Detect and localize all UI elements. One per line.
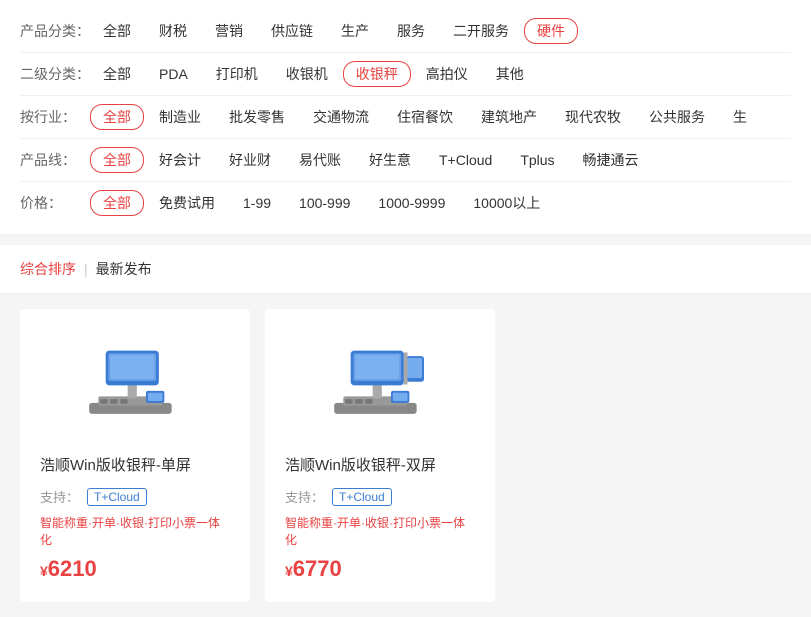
sort-divider: | (76, 261, 96, 277)
line-finance2[interactable]: 好业财 (216, 147, 284, 173)
price-symbol-2: ¥ (285, 563, 293, 579)
product-line-label: 产品线： (20, 150, 90, 170)
category-supply[interactable]: 供应链 (258, 18, 326, 44)
product-image-area-1 (40, 329, 230, 439)
price-1000-9999[interactable]: 1000-9999 (365, 192, 458, 214)
product-price-1: ¥6210 (40, 556, 230, 582)
category-items: 全部 财税 营销 供应链 生产 服务 二开服务 硬件 (90, 18, 791, 44)
sort-bar: 综合排序 | 最新发布 (0, 245, 811, 294)
product-line-filter-row: 产品线： 全部 好会计 好业财 易代账 好生意 T+Cloud Tplus 畅捷… (20, 139, 791, 182)
line-tcloud[interactable]: T+Cloud (426, 149, 505, 171)
product-image-area-2 (285, 329, 475, 439)
category-marketing[interactable]: 营销 (202, 18, 256, 44)
support-row-2: 支持： T+Cloud (285, 487, 475, 506)
product-card-2[interactable]: 浩顺Win版收银秤-双屏 支持： T+Cloud 智能称重·开单·收银·打印小票… (265, 309, 495, 602)
products-area: 浩顺Win版收银秤-单屏 支持： T+Cloud 智能称重·开单·收银·打印小票… (0, 294, 811, 617)
sort-comprehensive[interactable]: 综合排序 (20, 255, 76, 283)
sub-printer[interactable]: 打印机 (203, 61, 271, 87)
support-badge-2: T+Cloud (332, 488, 392, 506)
line-all[interactable]: 全部 (90, 147, 144, 173)
price-items: 全部 免费试用 1-99 100-999 1000-9999 10000以上 (90, 190, 791, 216)
price-filter-row: 价格： 全部 免费试用 1-99 100-999 1000-9999 10000… (20, 182, 791, 224)
product-name-1: 浩顺Win版收银秤-单屏 (40, 454, 230, 475)
support-label-1: 支持： (40, 487, 79, 506)
subcategory-label: 二级分类： (20, 64, 90, 84)
product-desc-2: 智能称重·开单·收银·打印小票一体化 (285, 514, 475, 548)
line-business[interactable]: 好生意 (356, 147, 424, 173)
product-line-items: 全部 好会计 好业财 易代账 好生意 T+Cloud Tplus 畅捷通云 (90, 147, 791, 173)
price-100-999[interactable]: 100-999 (286, 192, 363, 214)
line-changjietong[interactable]: 畅捷通云 (570, 147, 652, 173)
industry-items: 全部 制造业 批发零售 交通物流 住宿餐饮 建筑地产 现代农牧 公共服务 生 (90, 104, 791, 130)
line-easy-account[interactable]: 易代账 (286, 147, 354, 173)
product-desc-1: 智能称重·开单·收银·打印小票一体化 (40, 514, 230, 548)
product-card-1[interactable]: 浩顺Win版收银秤-单屏 支持： T+Cloud 智能称重·开单·收银·打印小票… (20, 309, 250, 602)
price-all[interactable]: 全部 (90, 190, 144, 216)
price-value-2: 6770 (293, 556, 342, 581)
line-accounting[interactable]: 好会计 (146, 147, 214, 173)
category-production[interactable]: 生产 (328, 18, 382, 44)
category-label: 产品分类： (20, 21, 90, 41)
category-hardware[interactable]: 硬件 (524, 18, 578, 44)
category-filter-row: 产品分类： 全部 财税 营销 供应链 生产 服务 二开服务 硬件 (20, 10, 791, 53)
price-10000plus[interactable]: 10000以上 (460, 190, 553, 216)
industry-all[interactable]: 全部 (90, 104, 144, 130)
sub-all[interactable]: 全部 (90, 61, 144, 87)
price-label: 价格： (20, 193, 90, 213)
product-price-2: ¥6770 (285, 556, 475, 582)
industry-manufacturing[interactable]: 制造业 (146, 104, 214, 130)
industry-public[interactable]: 公共服务 (636, 104, 718, 130)
sub-cashier-scale[interactable]: 收银秤 (343, 61, 411, 87)
sort-latest[interactable]: 最新发布 (96, 255, 152, 283)
line-tplus[interactable]: Tplus (507, 149, 567, 171)
industry-agri[interactable]: 现代农牧 (552, 104, 634, 130)
industry-filter-row: 按行业： 全部 制造业 批发零售 交通物流 住宿餐饮 建筑地产 现代农牧 公共服… (20, 96, 791, 139)
industry-hospitality[interactable]: 住宿餐饮 (384, 104, 466, 130)
industry-more[interactable]: 生 (720, 104, 760, 130)
support-row-1: 支持： T+Cloud (40, 487, 230, 506)
subcategory-filter-row: 二级分类： 全部 PDA 打印机 收银机 收银秤 高拍仪 其他 (20, 53, 791, 96)
category-service[interactable]: 服务 (384, 18, 438, 44)
industry-construction[interactable]: 建筑地产 (468, 104, 550, 130)
category-finance[interactable]: 财税 (146, 18, 200, 44)
pos-machine-icon-1 (80, 342, 190, 427)
price-1-99[interactable]: 1-99 (230, 192, 284, 214)
price-value-1: 6210 (48, 556, 97, 581)
sub-other[interactable]: 其他 (483, 61, 537, 87)
price-free[interactable]: 免费试用 (146, 190, 228, 216)
industry-wholesale[interactable]: 批发零售 (216, 104, 298, 130)
sub-pda[interactable]: PDA (146, 63, 201, 85)
sub-high-camera[interactable]: 高拍仪 (413, 61, 481, 87)
product-name-2: 浩顺Win版收银秤-双屏 (285, 454, 475, 475)
industry-label: 按行业： (20, 107, 90, 127)
pos-machine-icon-2 (325, 342, 435, 427)
industry-transport[interactable]: 交通物流 (300, 104, 382, 130)
support-label-2: 支持： (285, 487, 324, 506)
sub-cashier[interactable]: 收银机 (273, 61, 341, 87)
price-symbol-1: ¥ (40, 563, 48, 579)
subcategory-items: 全部 PDA 打印机 收银机 收银秤 高拍仪 其他 (90, 61, 791, 87)
support-badge-1: T+Cloud (87, 488, 147, 506)
category-all[interactable]: 全部 (90, 18, 144, 44)
filter-section: 产品分类： 全部 财税 营销 供应链 生产 服务 二开服务 硬件 二级分类： 全… (0, 0, 811, 235)
category-open[interactable]: 二开服务 (440, 18, 522, 44)
